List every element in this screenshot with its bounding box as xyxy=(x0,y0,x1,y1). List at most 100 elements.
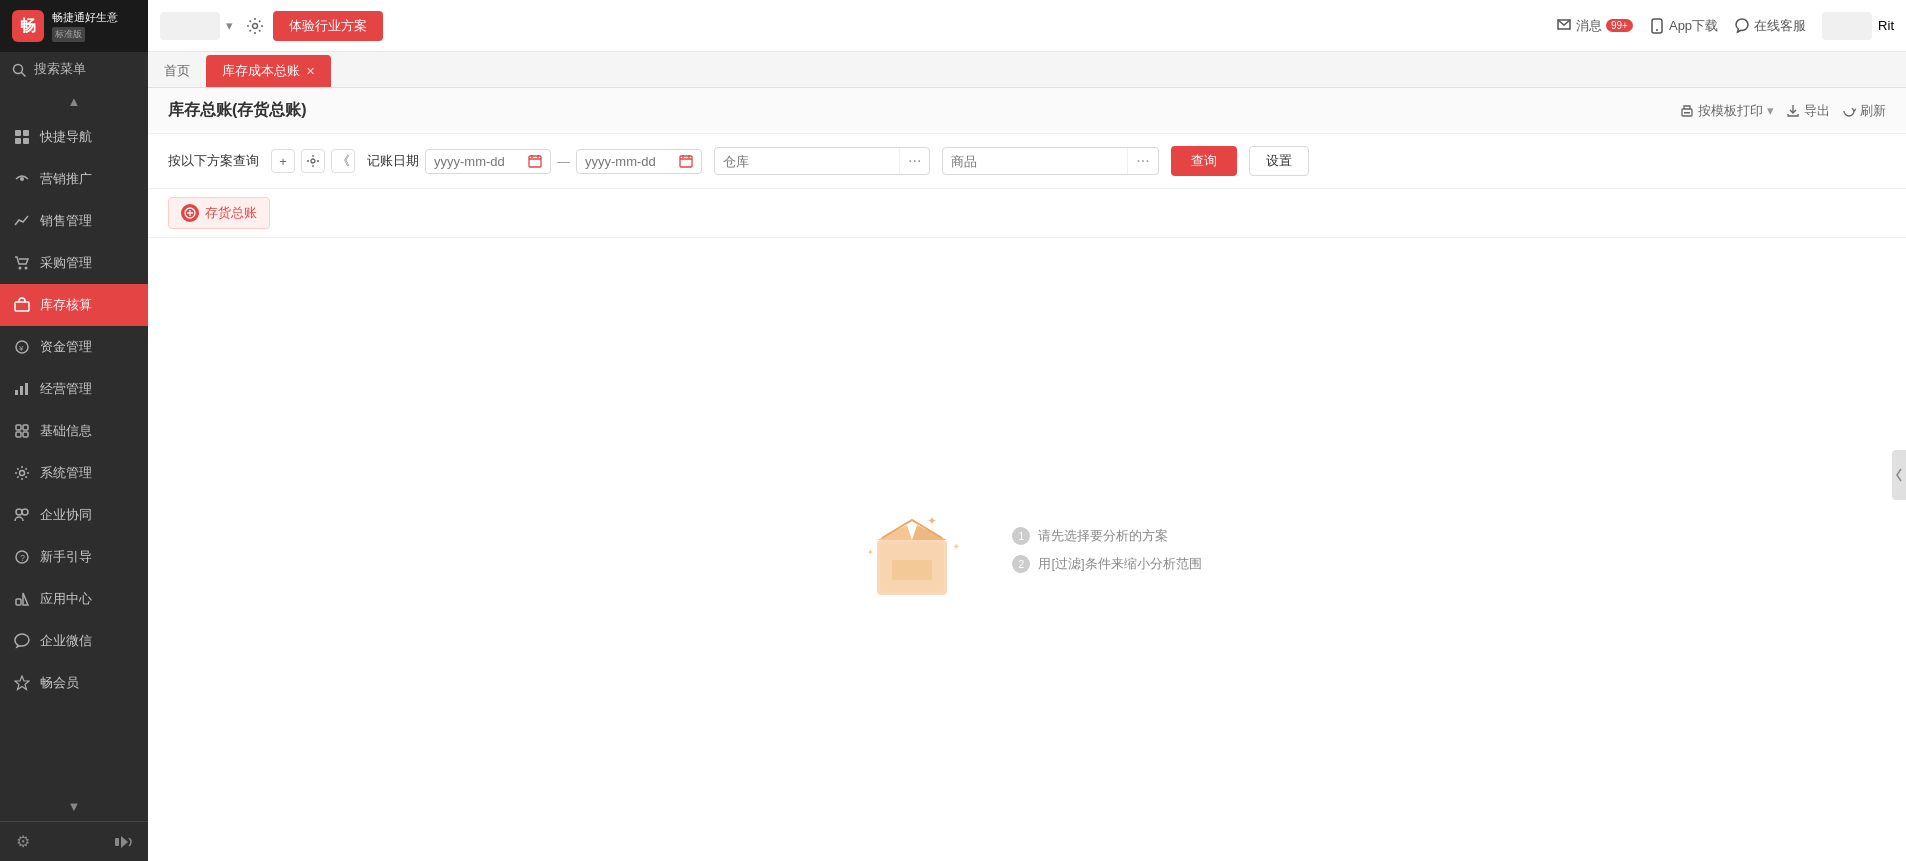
refresh-btn[interactable]: 刷新 xyxy=(1842,102,1886,120)
operations-icon xyxy=(12,379,32,399)
sidebar-label-system: 系统管理 xyxy=(40,464,92,482)
sidebar-item-purchase[interactable]: 采购管理 xyxy=(0,242,148,284)
side-panel-toggle[interactable] xyxy=(1892,450,1906,500)
sidebar-item-newguide[interactable]: ? 新手引导 xyxy=(0,536,148,578)
export-label: 导出 xyxy=(1804,102,1830,120)
sidebar-label-newguide: 新手引导 xyxy=(40,548,92,566)
message-btn[interactable]: 消息 99+ xyxy=(1556,17,1633,35)
svg-point-20 xyxy=(16,509,22,515)
export-btn[interactable]: 导出 xyxy=(1786,102,1830,120)
app-download-btn[interactable]: App下载 xyxy=(1649,17,1718,35)
tip-text-1: 请先选择要分析的方案 xyxy=(1038,527,1168,545)
tip-num-1: 1 xyxy=(1012,527,1030,545)
sidebar-item-marketing[interactable]: 营销推广 xyxy=(0,158,148,200)
scheme-icon xyxy=(181,204,199,222)
sidebar-item-member[interactable]: 畅会员 xyxy=(0,662,148,704)
svg-rect-16 xyxy=(23,425,28,430)
user-name: Rit xyxy=(1878,18,1894,33)
topbar: ▾ 体验行业方案 消息 99+ App下载 在线客服 Rit xyxy=(148,0,1906,52)
sidebar-item-system[interactable]: 系统管理 xyxy=(0,452,148,494)
scheme-selector: 存货总账 xyxy=(148,189,1906,238)
tab-home[interactable]: 首页 xyxy=(148,55,206,87)
sidebar-label-member: 畅会员 xyxy=(40,674,79,692)
user-avatar xyxy=(1822,12,1872,40)
filter-area: 按以下方案查询 + 《 记账日期 — xyxy=(148,134,1906,189)
inventory-icon xyxy=(12,295,32,315)
sidebar-item-appcenter[interactable]: 应用中心 xyxy=(0,578,148,620)
warehouse-filter[interactable]: ··· xyxy=(714,147,930,175)
sidebar-label-operations: 经营管理 xyxy=(40,380,92,398)
tab-home-label: 首页 xyxy=(164,62,190,80)
filter-collapse-btn[interactable]: 《 xyxy=(331,149,355,173)
tab-close-icon[interactable]: ✕ xyxy=(306,65,315,78)
sidebar-item-inventory[interactable]: 库存核算 xyxy=(0,284,148,326)
scheme-item-inventory[interactable]: 存货总账 xyxy=(168,197,270,229)
svg-rect-24 xyxy=(16,599,21,605)
filter-add-btn[interactable]: + xyxy=(271,149,295,173)
app-download-label: App下载 xyxy=(1669,17,1718,35)
sidebar-item-finance[interactable]: ¥ 资金管理 xyxy=(0,326,148,368)
user-area[interactable]: Rit xyxy=(1822,12,1894,40)
app-tag: 标准版 xyxy=(52,27,85,42)
svg-text:✦: ✦ xyxy=(952,541,960,552)
warehouse-more-btn[interactable]: ··· xyxy=(899,148,929,174)
svg-point-7 xyxy=(19,267,22,270)
message-badge: 99+ xyxy=(1606,19,1633,32)
footer-audio-icon[interactable] xyxy=(114,832,132,851)
topbar-settings-btn[interactable] xyxy=(241,12,269,40)
print-dropdown-icon[interactable]: ▾ xyxy=(1767,103,1774,118)
filter-config-btn[interactable] xyxy=(301,149,325,173)
sidebar-label-purchase: 采购管理 xyxy=(40,254,92,272)
marketing-icon xyxy=(12,169,32,189)
svg-text:✦: ✦ xyxy=(927,514,937,528)
page-header-actions: 按模板打印 ▾ 导出 刷新 xyxy=(1680,102,1886,120)
enterprise-icon xyxy=(12,505,32,525)
sidebar: 畅 畅捷通好生意 标准版 搜索菜单 ▲ 快捷导航 营销推广 xyxy=(0,0,148,861)
date-end-input[interactable] xyxy=(576,149,702,174)
empty-tips: 1 请先选择要分析的方案 2 用[过滤]条件来缩小分析范围 xyxy=(1012,527,1201,573)
svg-rect-4 xyxy=(15,138,21,144)
svg-point-27 xyxy=(253,23,258,28)
sidebar-nav: 快捷导航 营销推广 销售管理 采购管理 库存核算 xyxy=(0,116,148,791)
app-name: 畅捷通好生意 xyxy=(52,10,118,25)
logo-icon: 畅 xyxy=(12,10,44,42)
svg-point-19 xyxy=(20,471,25,476)
filter-actions: + 《 xyxy=(271,149,355,173)
system-icon xyxy=(12,463,32,483)
sidebar-item-corpwechat[interactable]: 企业微信 xyxy=(0,620,148,662)
print-btn[interactable]: 按模板打印 ▾ xyxy=(1680,102,1774,120)
date-end-field[interactable] xyxy=(585,154,675,169)
filter-label: 按以下方案查询 xyxy=(168,152,259,170)
tab-inventory-ledger[interactable]: 库存成本总账 ✕ xyxy=(206,55,331,87)
scroll-down-btn[interactable]: ▼ xyxy=(0,791,148,821)
sidebar-label-corpwechat: 企业微信 xyxy=(40,632,92,650)
goods-input[interactable] xyxy=(943,149,1127,174)
empty-illustration: ✦ ✦ ✦ xyxy=(852,490,972,610)
date-start-field[interactable] xyxy=(434,154,524,169)
sidebar-label-enterprise: 企业协同 xyxy=(40,506,92,524)
query-btn[interactable]: 查询 xyxy=(1171,146,1237,176)
sidebar-item-basic[interactable]: 基础信息 xyxy=(0,410,148,452)
sidebar-item-enterprise[interactable]: 企业协同 xyxy=(0,494,148,536)
goods-more-btn[interactable]: ··· xyxy=(1127,148,1157,174)
industry-btn[interactable]: 体验行业方案 xyxy=(273,11,383,41)
footer-settings-icon[interactable]: ⚙ xyxy=(16,832,30,851)
settings-btn[interactable]: 设置 xyxy=(1249,146,1309,176)
tab-active-label: 库存成本总账 xyxy=(222,62,300,80)
online-service-btn[interactable]: 在线客服 xyxy=(1734,17,1806,35)
svg-rect-34 xyxy=(680,156,692,167)
sidebar-item-sales[interactable]: 销售管理 xyxy=(0,200,148,242)
sidebar-item-operations[interactable]: 经营管理 xyxy=(0,368,148,410)
svg-rect-26 xyxy=(115,838,119,846)
svg-rect-13 xyxy=(20,386,23,395)
goods-filter[interactable]: ··· xyxy=(942,147,1158,175)
warehouse-input[interactable] xyxy=(715,149,899,174)
empty-tip-2: 2 用[过滤]条件来缩小分析范围 xyxy=(1012,555,1201,573)
scheme-label: 存货总账 xyxy=(205,204,257,222)
topbar-dropdown-icon[interactable]: ▾ xyxy=(226,18,233,33)
search-menu[interactable]: 搜索菜单 xyxy=(0,52,148,86)
scroll-up-btn[interactable]: ▲ xyxy=(0,86,148,116)
date-start-input[interactable] xyxy=(425,149,551,174)
sidebar-item-quick-nav[interactable]: 快捷导航 xyxy=(0,116,148,158)
topbar-right: 消息 99+ App下载 在线客服 Rit xyxy=(1556,12,1894,40)
